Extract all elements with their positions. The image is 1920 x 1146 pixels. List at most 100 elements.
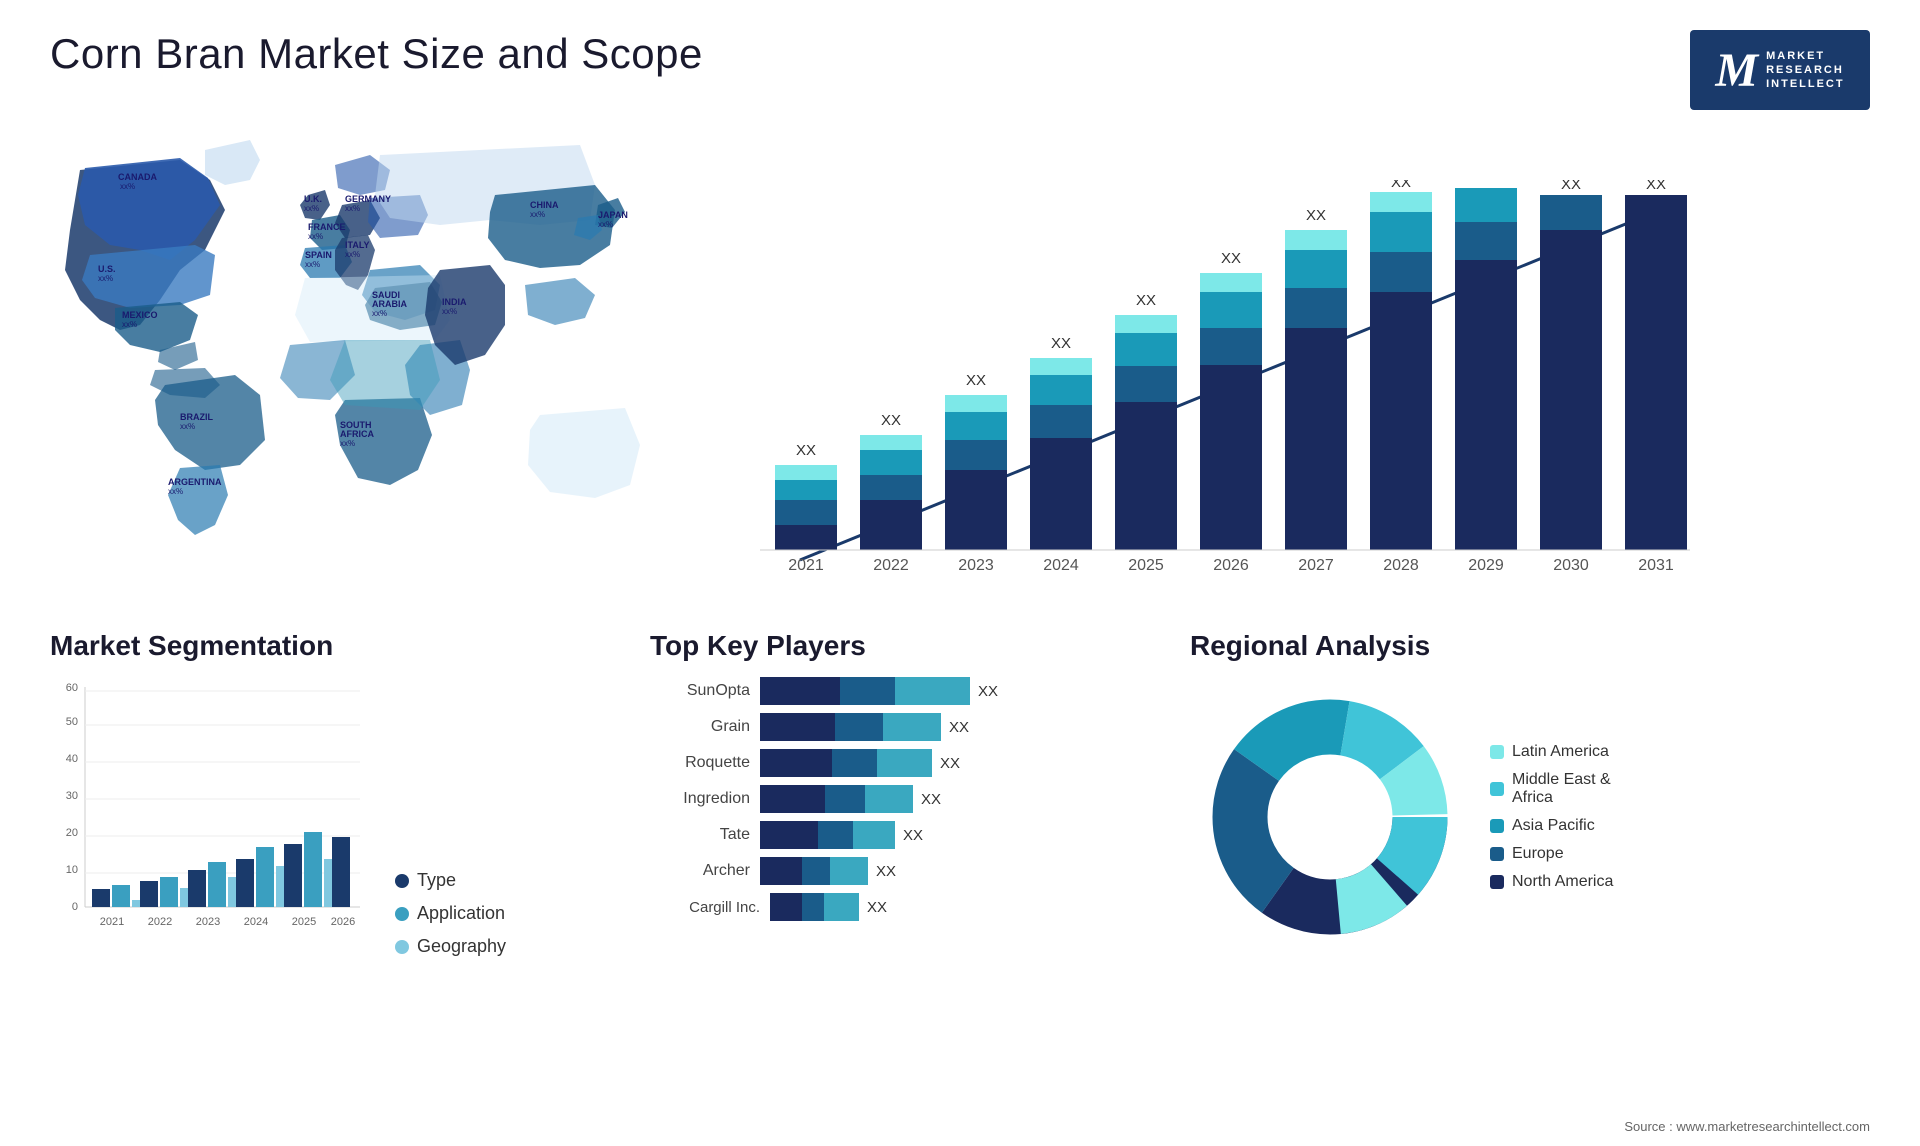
player-bar-3: [853, 821, 895, 849]
player-bar-2: [802, 893, 824, 921]
reg-label-europe: Europe: [1512, 845, 1564, 863]
player-xx: XX: [940, 755, 960, 772]
svg-text:XX: XX: [1136, 292, 1156, 309]
svg-text:2025: 2025: [1128, 557, 1164, 574]
player-bar-3: [865, 785, 913, 813]
player-name: Tate: [650, 826, 750, 844]
svg-text:2021: 2021: [100, 916, 124, 928]
svg-text:JAPAN: JAPAN: [598, 210, 628, 220]
bottom-sections: Market Segmentation 0 10 20 30 40 50 60: [50, 630, 1870, 957]
main-content: CANADA xx% U.S. xx% MEXICO xx% BRAZIL xx…: [50, 130, 1870, 957]
player-row: Grain XX: [650, 713, 1170, 741]
svg-text:xx%: xx%: [530, 210, 545, 219]
player-bar-2: [832, 749, 877, 777]
svg-text:xx%: xx%: [345, 204, 360, 213]
logo-box: M MARKET RESEARCH INTELLECT: [1690, 30, 1870, 110]
player-row: Ingredion XX: [650, 785, 1170, 813]
player-bar-3: [877, 749, 932, 777]
svg-text:2021: 2021: [788, 557, 824, 574]
donut-svg: [1190, 677, 1470, 957]
svg-text:20: 20: [66, 827, 78, 839]
svg-text:2026: 2026: [1213, 557, 1249, 574]
svg-text:CANADA: CANADA: [118, 172, 157, 182]
player-xx: XX: [949, 719, 969, 736]
reg-label-na: North America: [1512, 873, 1613, 891]
regional-content: Latin America Middle East &Africa Asia P…: [1190, 677, 1870, 957]
svg-text:2023: 2023: [958, 557, 994, 574]
legend-type-dot: [395, 874, 409, 888]
svg-text:XX: XX: [881, 412, 901, 429]
player-bar-1: [770, 893, 802, 921]
svg-text:GERMANY: GERMANY: [345, 194, 391, 204]
player-name: Grain: [650, 718, 750, 736]
svg-text:2022: 2022: [148, 916, 172, 928]
player-bar-container: XX: [760, 821, 923, 849]
svg-text:ITALY: ITALY: [345, 240, 370, 250]
svg-text:XX: XX: [966, 372, 986, 389]
svg-text:AFRICA: AFRICA: [340, 429, 374, 439]
svg-text:xx%: xx%: [345, 250, 360, 259]
player-xx: XX: [867, 899, 887, 916]
reg-dot-latin: [1490, 745, 1504, 759]
svg-text:ARGENTINA: ARGENTINA: [168, 477, 222, 487]
player-bar-1: [760, 785, 825, 813]
svg-text:2024: 2024: [1043, 557, 1079, 574]
legend-type: Type: [395, 870, 506, 891]
player-bar-3: [824, 893, 859, 921]
svg-text:2028: 2028: [1383, 557, 1419, 574]
logo-container: M MARKET RESEARCH INTELLECT: [1690, 30, 1870, 110]
reg-label-mea: Middle East &Africa: [1512, 771, 1611, 807]
svg-text:U.S.: U.S.: [98, 264, 116, 274]
svg-text:2022: 2022: [873, 557, 909, 574]
bar-chart-container: XX XX XX: [720, 180, 1870, 600]
source-text: Source : www.marketresearchintellect.com: [1624, 1119, 1870, 1134]
player-bar-2: [802, 857, 830, 885]
svg-text:XX: XX: [1051, 335, 1071, 352]
logo-text: MARKET RESEARCH INTELLECT: [1766, 49, 1845, 92]
svg-text:xx%: xx%: [120, 182, 135, 191]
player-bar-3: [883, 713, 941, 741]
svg-text:2027: 2027: [1298, 557, 1334, 574]
legend-geo-label: Geography: [417, 936, 506, 957]
svg-text:2025: 2025: [292, 916, 316, 928]
reg-legend-na: North America: [1490, 873, 1613, 891]
svg-text:2023: 2023: [196, 916, 220, 928]
legend-app-label: Application: [417, 903, 505, 924]
svg-text:ARABIA: ARABIA: [372, 299, 407, 309]
player-bar-container: XX: [770, 893, 887, 921]
player-bar-container: XX: [760, 713, 969, 741]
regional-legend: Latin America Middle East &Africa Asia P…: [1490, 743, 1613, 891]
svg-text:10: 10: [66, 864, 78, 876]
header: Corn Bran Market Size and Scope M MARKET…: [50, 30, 1870, 110]
legend-geography: Geography: [395, 936, 506, 957]
donut-chart: [1190, 677, 1470, 957]
legend-geo-dot: [395, 940, 409, 954]
svg-text:INDIA: INDIA: [442, 297, 467, 307]
players-title: Top Key Players: [650, 630, 1170, 662]
player-xx: XX: [876, 863, 896, 880]
player-bar-2: [840, 677, 895, 705]
player-bar-2: [835, 713, 883, 741]
svg-text:30: 30: [66, 790, 78, 802]
regional-title: Regional Analysis: [1190, 630, 1870, 662]
player-xx: XX: [903, 827, 923, 844]
player-xx: XX: [978, 683, 998, 700]
world-map-svg: CANADA xx% U.S. xx% MEXICO xx% BRAZIL xx…: [50, 130, 670, 600]
page-title: Corn Bran Market Size and Scope: [50, 30, 703, 78]
player-name: SunOpta: [650, 682, 750, 700]
player-name: Ingredion: [650, 790, 750, 808]
svg-text:U.K.: U.K.: [304, 194, 322, 204]
map-section: CANADA xx% U.S. xx% MEXICO xx% BRAZIL xx…: [50, 130, 670, 610]
svg-text:xx%: xx%: [308, 232, 323, 241]
svg-text:xx%: xx%: [304, 204, 319, 213]
player-bar-container: XX: [760, 785, 941, 813]
regional-section: Regional Analysis: [1190, 630, 1870, 957]
player-row: Roquette XX: [650, 749, 1170, 777]
svg-text:FRANCE: FRANCE: [308, 222, 346, 232]
players-list: SunOpta XX Grain: [650, 677, 1170, 921]
logo-letter: M: [1715, 43, 1758, 98]
legend-type-label: Type: [417, 870, 456, 891]
svg-text:XX: XX: [1561, 180, 1581, 193]
player-row: Cargill Inc. XX: [650, 893, 1170, 921]
reg-legend-latin: Latin America: [1490, 743, 1613, 761]
